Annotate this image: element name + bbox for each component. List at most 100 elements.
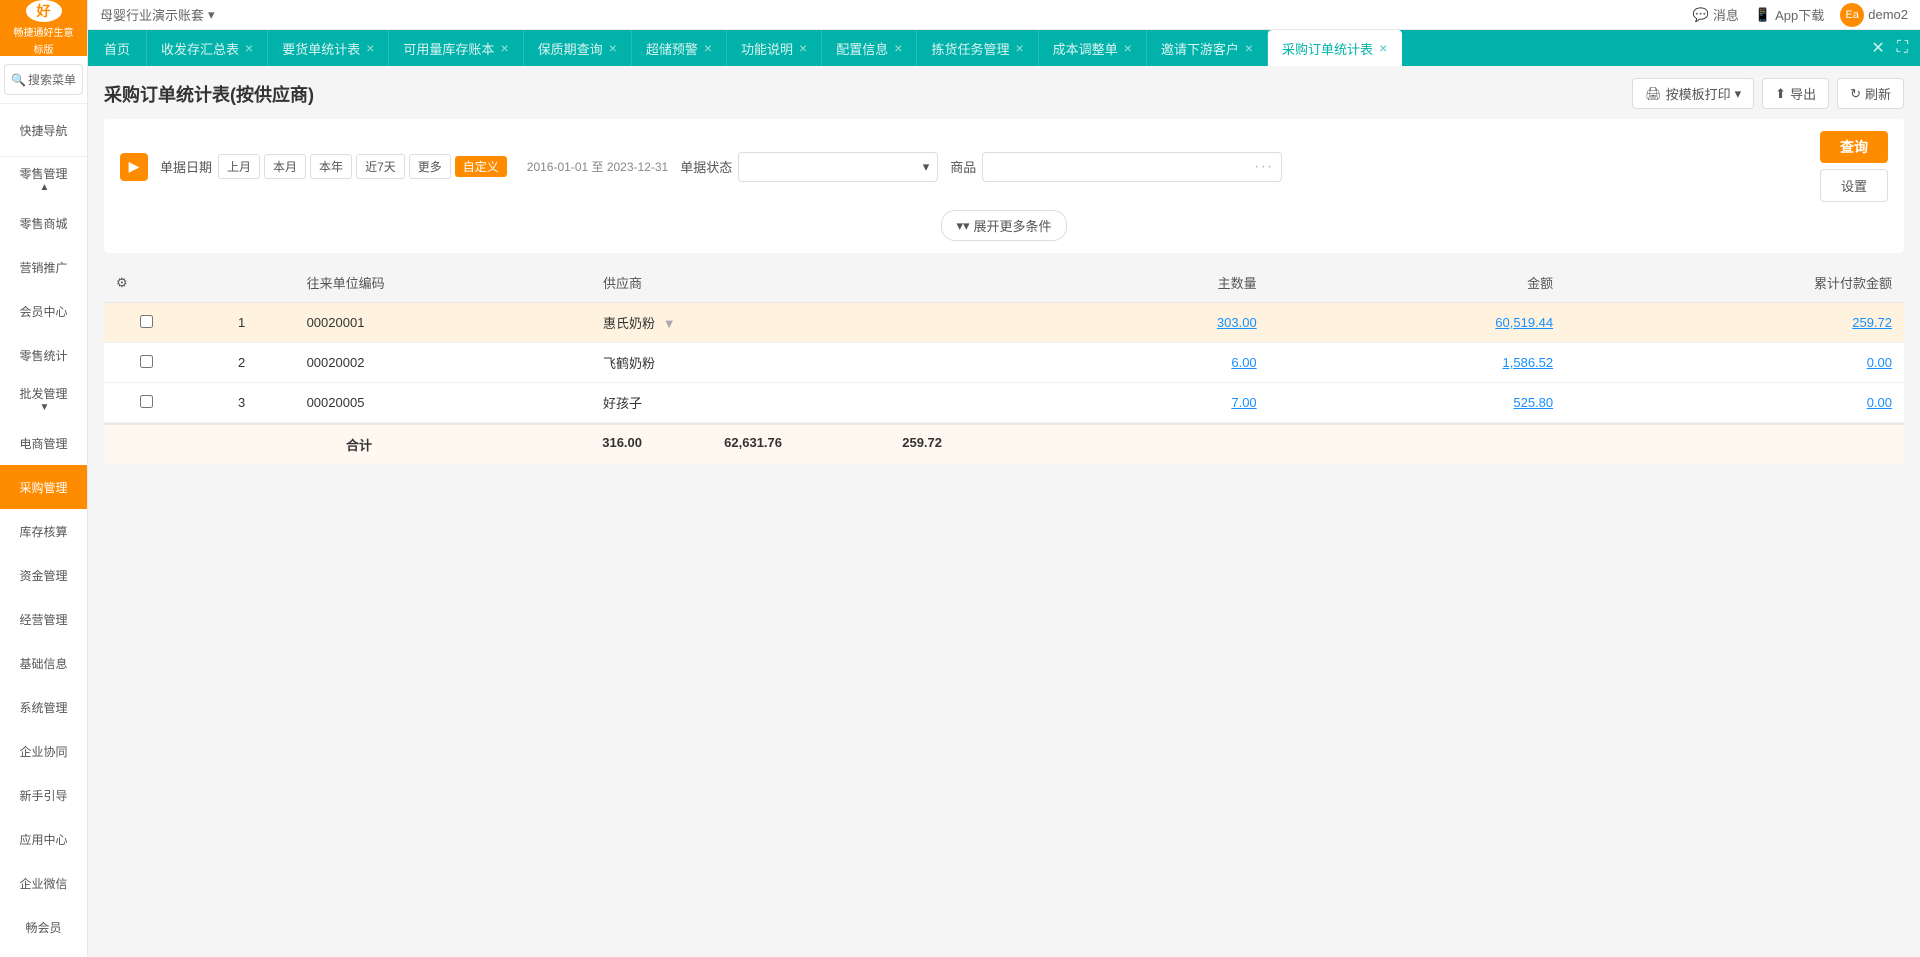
tab-order-summary-label: 要货单统计表 — [282, 39, 360, 58]
row-amount-2[interactable]: 1,586.52 — [1269, 343, 1565, 383]
workspace-selector[interactable]: 母婴行业演示账套 ▾ — [100, 5, 215, 24]
checkbox-3[interactable] — [140, 395, 153, 408]
sidebar-item-vip[interactable]: 畅会员 — [0, 905, 87, 949]
sidebar-item-wechat[interactable]: 企业微信 — [0, 861, 87, 905]
date-btn-last-month[interactable]: 上月 — [218, 154, 260, 179]
sidebar-item-wholesale[interactable]: 批发管理 ▼ — [0, 377, 87, 421]
sidebar-item-ecommerce[interactable]: 电商管理 — [0, 421, 87, 465]
sidebar-item-cooperation[interactable]: 企业协同 — [0, 729, 87, 773]
checkbox-1[interactable] — [140, 315, 153, 328]
footer-seq-cell — [144, 425, 194, 464]
date-filter-label: 单据日期 — [160, 157, 212, 176]
sidebar-item-retail-stats[interactable]: 零售统计 — [0, 333, 87, 377]
search-menu-button[interactable]: 🔍 搜索菜单 — [4, 64, 83, 95]
sidebar-item-inventory[interactable]: 库存核算 — [0, 509, 87, 553]
avatar: Ea — [1840, 3, 1864, 27]
tab-warranty[interactable]: 保质期查询 × — [524, 30, 632, 66]
tab-close-icon[interactable]: × — [1379, 40, 1387, 56]
status-select-arrow: ▾ — [923, 159, 930, 175]
close-tab-button[interactable]: ✕ — [1867, 34, 1888, 62]
date-btn-7days[interactable]: 近7天 — [356, 154, 405, 179]
chevron-right-icon: ▼ — [40, 402, 50, 413]
row-check-2[interactable] — [104, 343, 189, 383]
row-paid-3[interactable]: 0.00 — [1565, 383, 1904, 423]
tab-close-icon[interactable]: × — [799, 40, 807, 56]
row-code-2: 00020002 — [295, 343, 591, 383]
status-select[interactable]: ▾ — [738, 152, 938, 182]
tab-close-icon[interactable]: × — [609, 40, 617, 56]
expand-row-icon[interactable]: ▼ — [663, 316, 676, 331]
sidebar-item-app-center[interactable]: 应用中心 — [0, 817, 87, 861]
sidebar-item-marketing[interactable]: 营销推广 — [0, 245, 87, 289]
tab-purchase-summary[interactable]: 采购订单统计表 × — [1268, 30, 1402, 66]
page-content: 采购订单统计表(按供应商) 🖨 按模板打印 ▾ ⬆ 导出 ↻ 刷新 — [88, 66, 1920, 957]
print-icon: 🖨 — [1645, 86, 1662, 102]
tab-receive-summary[interactable]: 收发存汇总表 × — [147, 30, 268, 66]
tab-pick-task[interactable]: 拣货任务管理 × — [917, 30, 1038, 66]
tab-pick-task-label: 拣货任务管理 — [931, 39, 1009, 58]
app-download-button[interactable]: 📱 App下载 — [1755, 5, 1824, 24]
date-btn-this-year[interactable]: 本年 — [310, 154, 352, 179]
workspace-dropdown-icon: ▾ — [208, 7, 215, 23]
row-qty-2[interactable]: 6.00 — [1015, 343, 1269, 383]
row-paid-1[interactable]: 259.72 — [1565, 303, 1904, 343]
query-button[interactable]: 查询 — [1820, 131, 1888, 163]
tab-overstock[interactable]: 超储预警 × — [632, 30, 727, 66]
filter-status-item: 单据状态 ▾ — [680, 152, 938, 182]
user-menu[interactable]: Ea demo2 — [1840, 3, 1908, 27]
tab-close-icon[interactable]: × — [1245, 40, 1253, 56]
sidebar-item-finance[interactable]: 资金管理 — [0, 553, 87, 597]
expand-filter-button[interactable]: ▾▾ 展开更多条件 — [941, 210, 1066, 241]
row-seq-1: 1 — [189, 303, 295, 343]
footer-check-cell — [104, 425, 144, 464]
topbar-right: 💬 消息 📱 App下载 Ea demo2 — [1693, 3, 1908, 27]
tab-close-icon[interactable]: × — [245, 40, 253, 56]
filter-toggle-button[interactable]: ▶ — [120, 153, 148, 181]
sidebar-item-newbie[interactable]: 新手引导 — [0, 773, 87, 817]
tab-home[interactable]: 首页 — [88, 30, 147, 66]
purchase-summary-table: ⚙ 往来单位编码 供应商 主数量 金额 累计付款金额 — [104, 263, 1904, 423]
sidebar-item-basic-info[interactable]: 基础信息 — [0, 641, 87, 685]
checkbox-2[interactable] — [140, 355, 153, 368]
row-qty-1[interactable]: 303.00 — [1015, 303, 1269, 343]
message-button[interactable]: 💬 消息 — [1693, 5, 1739, 24]
row-amount-3[interactable]: 525.80 — [1269, 383, 1565, 423]
row-check-3[interactable] — [104, 383, 189, 423]
sidebar-item-retail-shop[interactable]: 零售商城 — [0, 201, 87, 245]
goods-select[interactable]: ··· — [982, 152, 1282, 182]
date-btn-more[interactable]: 更多 — [409, 154, 451, 179]
tab-close-icon[interactable]: × — [1015, 40, 1023, 56]
sidebar-item-system[interactable]: 系统管理 — [0, 685, 87, 729]
sidebar-item-shortcut[interactable]: 快捷导航 — [0, 108, 87, 152]
tab-available-stock[interactable]: 可用量库存账本 × — [389, 30, 523, 66]
sidebar-item-operations[interactable]: 经营管理 — [0, 597, 87, 641]
tab-close-icon[interactable]: × — [500, 40, 508, 56]
row-amount-1[interactable]: 60,519.44 — [1269, 303, 1565, 343]
settings-button[interactable]: 设置 — [1820, 169, 1888, 202]
row-check-1[interactable] — [104, 303, 189, 343]
export-button[interactable]: ⬆ 导出 — [1762, 78, 1829, 109]
tab-close-icon[interactable]: × — [1124, 40, 1132, 56]
tab-close-icon[interactable]: × — [894, 40, 902, 56]
sidebar-item-member[interactable]: 会员中心 — [0, 289, 87, 333]
tab-function-desc[interactable]: 功能说明 × — [727, 30, 822, 66]
tab-order-summary[interactable]: 要货单统计表 × — [268, 30, 389, 66]
tab-config-info[interactable]: 配置信息 × — [822, 30, 917, 66]
tab-invite-downstream[interactable]: 邀请下游客户 × — [1147, 30, 1268, 66]
print-label: 按模板打印 — [1666, 84, 1731, 103]
print-button[interactable]: 🖨 按模板打印 ▾ — [1632, 78, 1754, 109]
maximize-tab-button[interactable]: ⛶ — [1893, 35, 1912, 61]
tab-close-icon[interactable]: × — [704, 40, 712, 56]
sidebar-item-purchase[interactable]: 采购管理 — [0, 465, 87, 509]
refresh-button[interactable]: ↻ 刷新 — [1837, 78, 1904, 109]
refresh-icon: ↻ — [1850, 86, 1861, 102]
table-body: 1 00020001 惠氏奶粉 ▼ 303.00 60,519.44 259.7… — [104, 303, 1904, 423]
row-paid-2[interactable]: 0.00 — [1565, 343, 1904, 383]
row-qty-3[interactable]: 7.00 — [1015, 383, 1269, 423]
col-qty-header: 主数量 — [1015, 263, 1269, 303]
tab-cost-adjust[interactable]: 成本调整单 × — [1039, 30, 1147, 66]
gear-icon[interactable]: ⚙ — [116, 275, 128, 290]
sidebar-item-retail[interactable]: 零售管理 ▲ — [0, 157, 87, 201]
tab-close-icon[interactable]: × — [366, 40, 374, 56]
date-btn-this-month[interactable]: 本月 — [264, 154, 306, 179]
